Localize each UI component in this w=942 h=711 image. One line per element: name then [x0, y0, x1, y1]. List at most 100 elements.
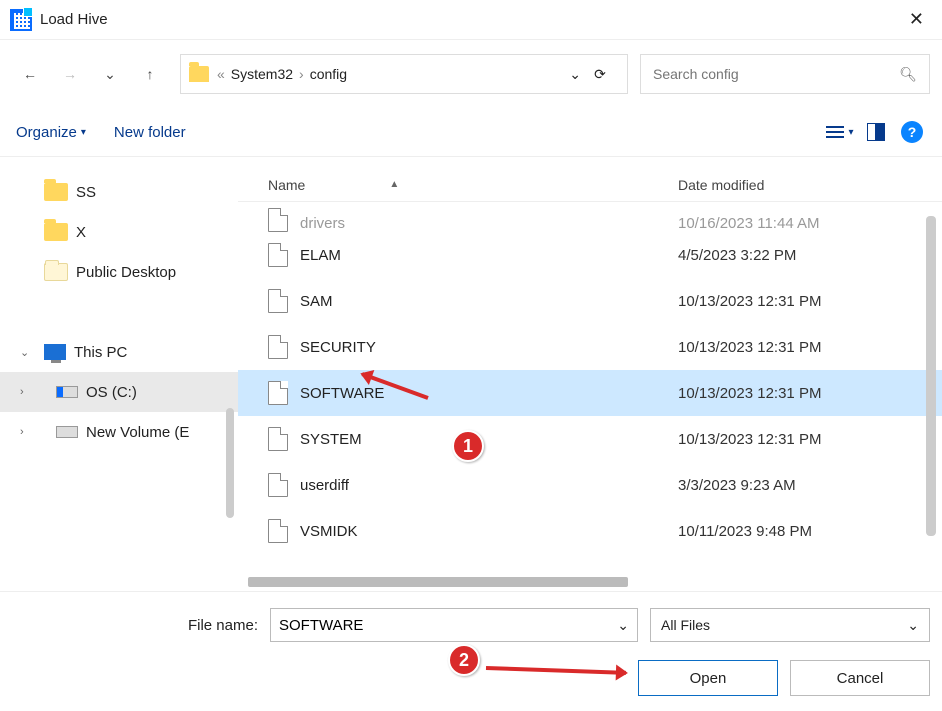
dialog-body: SS X Public Desktop ⌄ This PC › OS (C:) › New Vo…: [0, 168, 942, 591]
drive-icon: [56, 426, 78, 438]
file-icon: [268, 335, 288, 359]
horizontal-scrollbar[interactable]: [248, 577, 942, 591]
file-name: userdiff: [300, 477, 678, 494]
filename-input[interactable]: [279, 617, 617, 634]
sidebar-item[interactable]: X: [0, 212, 238, 252]
recent-dropdown[interactable]: ⌄: [92, 56, 128, 92]
file-name: SECURITY: [300, 339, 678, 356]
filter-label: All Files: [661, 617, 710, 633]
breadcrumb-sep: «: [215, 66, 227, 82]
sidebar-item[interactable]: ⌄ This PC: [0, 332, 238, 372]
view-options[interactable]: ▾: [826, 118, 854, 146]
chevron-down-icon: ▾: [848, 127, 853, 138]
sidebar-item-label: X: [76, 224, 86, 241]
close-button[interactable]: ✕: [901, 5, 932, 34]
filename-combobox[interactable]: ⌄: [270, 608, 638, 642]
chevron-right-icon: ›: [297, 66, 306, 82]
sidebar-item-label: SS: [76, 184, 96, 201]
file-icon: [268, 473, 288, 497]
annotation-marker-1: 1: [452, 430, 484, 462]
sidebar-item[interactable]: › OS (C:): [0, 372, 238, 412]
folder-icon: [44, 183, 68, 201]
cancel-button[interactable]: Cancel: [790, 660, 930, 696]
sidebar-item-label: Public Desktop: [76, 264, 176, 281]
preview-icon: [867, 123, 885, 141]
file-pane: Name ▲ Date modified drivers10/16/2023 1…: [238, 168, 942, 591]
sidebar-scrollbar[interactable]: [226, 408, 234, 518]
forward-button: →: [52, 56, 88, 92]
col-name-header[interactable]: Name: [268, 177, 305, 193]
sidebar-item-label: OS (C:): [86, 384, 137, 401]
sidebar-item[interactable]: Public Desktop: [0, 252, 238, 292]
address-dropdown[interactable]: ⌄: [569, 66, 581, 83]
file-row[interactable]: ELAM4/5/2023 3:22 PM: [238, 232, 942, 278]
sidebar-item[interactable]: SS: [0, 172, 238, 212]
sidebar: SS X Public Desktop ⌄ This PC › OS (C:) › New Vo…: [0, 168, 238, 591]
help-button[interactable]: ?: [898, 118, 926, 146]
file-icon: [268, 208, 288, 232]
chevron-down-icon[interactable]: ⌄: [617, 617, 629, 634]
file-date: 10/13/2023 12:31 PM: [678, 385, 821, 402]
up-button[interactable]: ↑: [132, 56, 168, 92]
file-name: VSMIDK: [300, 523, 678, 540]
file-row[interactable]: drivers10/16/2023 11:44 AM: [238, 202, 942, 232]
file-row[interactable]: SECURITY10/13/2023 12:31 PM: [238, 324, 942, 370]
nav-row: ← → ⌄ ↑ « System32 › config ⌄ ⟳ 🔍︎: [0, 40, 942, 108]
sort-asc-icon: ▲: [389, 179, 399, 190]
folder-icon: [44, 223, 68, 241]
file-icon: [268, 243, 288, 267]
file-row[interactable]: SOFTWARE10/13/2023 12:31 PM: [238, 370, 942, 416]
file-row[interactable]: SYSTEM10/13/2023 12:31 PM: [238, 416, 942, 462]
vertical-scrollbar[interactable]: [926, 216, 936, 536]
newfolder-label: New folder: [114, 124, 186, 141]
folder-icon: [44, 263, 68, 281]
chevron-down-icon: ⌄: [907, 617, 919, 634]
address-bar[interactable]: « System32 › config ⌄ ⟳: [180, 54, 628, 94]
preview-pane-toggle[interactable]: [862, 118, 890, 146]
file-date: 10/13/2023 12:31 PM: [678, 431, 821, 448]
open-button[interactable]: Open: [638, 660, 778, 696]
file-icon: [268, 519, 288, 543]
registry-app-icon: [10, 9, 32, 31]
file-name: drivers: [300, 215, 678, 232]
file-icon: [268, 427, 288, 451]
file-row[interactable]: SAM10/13/2023 12:31 PM: [238, 278, 942, 324]
sidebar-item-label: New Volume (E: [86, 424, 189, 441]
toolbar: Organize ▾ New folder ▾ ?: [0, 108, 942, 157]
search-box[interactable]: 🔍︎: [640, 54, 930, 94]
file-row[interactable]: VSMIDK10/11/2023 9:48 PM: [238, 508, 942, 554]
filename-label: File name:: [12, 617, 258, 634]
organize-menu[interactable]: Organize ▾: [16, 124, 86, 141]
search-input[interactable]: [653, 66, 899, 82]
window-title: Load Hive: [40, 11, 108, 28]
annotation-marker-2: 2: [448, 644, 480, 676]
expand-chevron-icon[interactable]: ⌄: [20, 346, 29, 359]
file-name: SOFTWARE: [300, 385, 678, 402]
expand-chevron-icon[interactable]: ›: [20, 386, 24, 398]
file-date: 3/3/2023 9:23 AM: [678, 477, 796, 494]
file-date: 10/16/2023 11:44 AM: [678, 215, 820, 232]
breadcrumb-part[interactable]: System32: [227, 66, 297, 82]
file-icon: [268, 381, 288, 405]
sidebar-item-label: This PC: [74, 344, 127, 361]
file-date: 10/13/2023 12:31 PM: [678, 293, 821, 310]
file-list: drivers10/16/2023 11:44 AMELAM4/5/2023 3…: [238, 202, 942, 573]
list-view-icon: [826, 126, 844, 138]
chevron-down-icon: ▾: [81, 127, 86, 138]
breadcrumb-part[interactable]: config: [306, 66, 351, 82]
col-date-header[interactable]: Date modified: [678, 177, 764, 193]
new-folder-button[interactable]: New folder: [114, 124, 186, 141]
expand-chevron-icon[interactable]: ›: [20, 426, 24, 438]
search-icon[interactable]: 🔍︎: [899, 66, 917, 83]
refresh-button[interactable]: ⟳: [581, 66, 619, 83]
file-type-filter[interactable]: All Files ⌄: [650, 608, 930, 642]
drive-icon: [56, 386, 78, 398]
back-button[interactable]: ←: [12, 56, 48, 92]
sidebar-item[interactable]: › New Volume (E: [0, 412, 238, 452]
file-row[interactable]: userdiff3/3/2023 9:23 AM: [238, 462, 942, 508]
file-name: SYSTEM: [300, 431, 678, 448]
column-headers[interactable]: Name ▲ Date modified: [238, 168, 942, 202]
folder-icon: [189, 66, 209, 82]
organize-label: Organize: [16, 124, 77, 141]
file-date: 10/11/2023 9:48 PM: [678, 523, 812, 540]
